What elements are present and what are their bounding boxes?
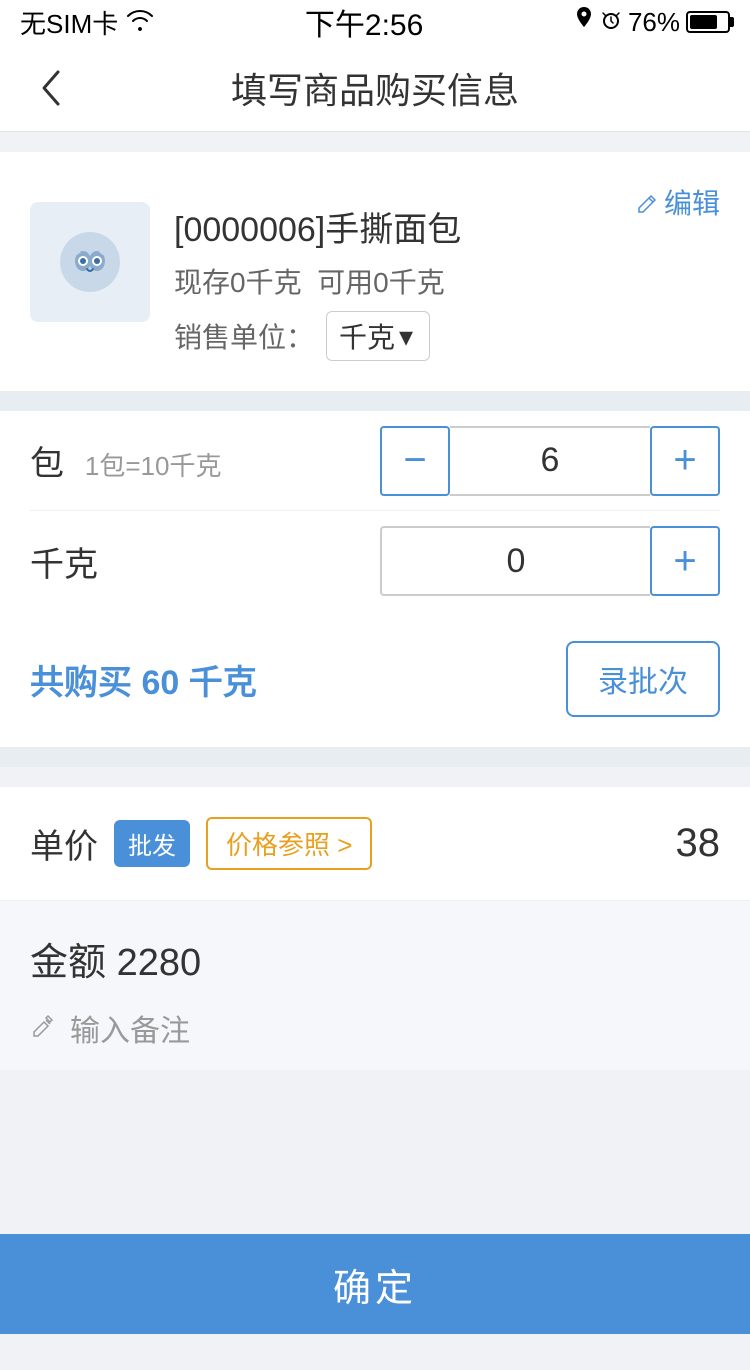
unit-select[interactable]: 千克 ▾ xyxy=(326,311,430,361)
stock-label: 现存0千克 xyxy=(174,267,302,298)
location-icon xyxy=(574,7,594,38)
bag-quantity-row: 包 1包=10千克 − + xyxy=(30,411,720,511)
status-time: 下午2:56 xyxy=(305,0,423,44)
bag-qty-control: − + xyxy=(380,426,720,496)
summary-label: 共购买 60 千克 xyxy=(30,664,257,702)
confirm-button[interactable]: 确定 xyxy=(0,1234,750,1334)
bag-label: 包 xyxy=(30,445,64,483)
batch-button[interactable]: 录批次 xyxy=(566,641,720,717)
battery-percent: 76% xyxy=(628,7,680,38)
status-right: 76% xyxy=(574,7,730,38)
amount-row: 金额 2280 xyxy=(30,931,720,986)
kg-qty-control: + xyxy=(380,526,720,596)
product-thumbnail xyxy=(30,202,150,322)
price-label: 单价 xyxy=(30,819,98,868)
kg-quantity-row: 千克 + xyxy=(30,511,720,611)
bag-sub-label: 1包=10千克 xyxy=(85,451,222,481)
nav-bar: 填写商品购买信息 xyxy=(0,44,750,132)
alarm-icon xyxy=(600,7,622,38)
price-value: 38 xyxy=(676,821,721,866)
quantity-section: 包 1包=10千克 − + 千克 + xyxy=(0,411,750,611)
amount-label: 金额 xyxy=(30,942,106,984)
note-placeholder: 输入备注 xyxy=(70,1006,190,1050)
available-label: 可用0千克 xyxy=(317,267,445,298)
edit-button[interactable]: 编辑 xyxy=(636,182,720,222)
summary-row: 共购买 60 千克 录批次 xyxy=(0,611,750,747)
product-card-inner: [0000006]手撕面包 现存0千克 可用0千克 销售单位： 千克 ▾ xyxy=(0,172,750,391)
product-stock: 现存0千克 可用0千克 xyxy=(174,261,720,301)
amount-section: 金额 2280 输入备注 xyxy=(0,901,750,1070)
summary-text: 共购买 60 千克 xyxy=(30,655,257,704)
bag-decrement-button[interactable]: − xyxy=(380,426,450,496)
product-id: [0000006] xyxy=(174,211,325,249)
carrier-label: 无SIM卡 xyxy=(20,4,118,41)
kg-label-group: 千克 xyxy=(30,537,98,586)
battery-bar xyxy=(686,11,730,33)
product-card: [0000006]手撕面包 现存0千克 可用0千克 销售单位： 千克 ▾ xyxy=(0,152,750,391)
main-content: [0000006]手撕面包 现存0千克 可用0千克 销售单位： 千克 ▾ xyxy=(0,132,750,1370)
kg-increment-button[interactable]: + xyxy=(650,526,720,596)
status-left: 无SIM卡 xyxy=(20,4,154,41)
note-row[interactable]: 输入备注 xyxy=(30,1006,720,1050)
battery-fill xyxy=(690,15,717,29)
amount-value: 2280 xyxy=(117,942,202,984)
bag-label-group: 包 1包=10千克 xyxy=(30,436,221,485)
kg-label: 千克 xyxy=(30,546,98,584)
section-divider-2 xyxy=(0,747,750,767)
bag-increment-button[interactable]: + xyxy=(650,426,720,496)
product-unit-row: 销售单位： 千克 ▾ xyxy=(174,311,720,361)
price-ref-button[interactable]: 价格参照 > xyxy=(206,817,372,870)
edit-label: 编辑 xyxy=(664,182,720,222)
back-button[interactable] xyxy=(20,58,80,118)
section-divider-1 xyxy=(0,391,750,411)
confirm-btn-wrapper: 确定 xyxy=(0,1234,750,1334)
page-title: 填写商品购买信息 xyxy=(231,62,519,114)
product-title: 手撕面包 xyxy=(325,211,461,249)
price-section: 单价 批发 价格参照 > 38 xyxy=(0,787,750,901)
note-pencil-icon xyxy=(30,1010,58,1046)
status-bar: 无SIM卡 下午2:56 76% xyxy=(0,0,750,44)
unit-prefix-label: 销售单位： xyxy=(174,316,314,356)
unit-value: 千克 xyxy=(339,316,395,356)
product-info: [0000006]手撕面包 现存0千克 可用0千克 销售单位： 千克 ▾ xyxy=(174,202,720,361)
unit-dropdown-icon: ▾ xyxy=(399,320,413,353)
wifi-icon xyxy=(126,7,154,38)
bag-qty-input[interactable] xyxy=(450,426,650,496)
price-type-tag: 批发 xyxy=(114,820,190,867)
kg-qty-input[interactable] xyxy=(380,526,650,596)
